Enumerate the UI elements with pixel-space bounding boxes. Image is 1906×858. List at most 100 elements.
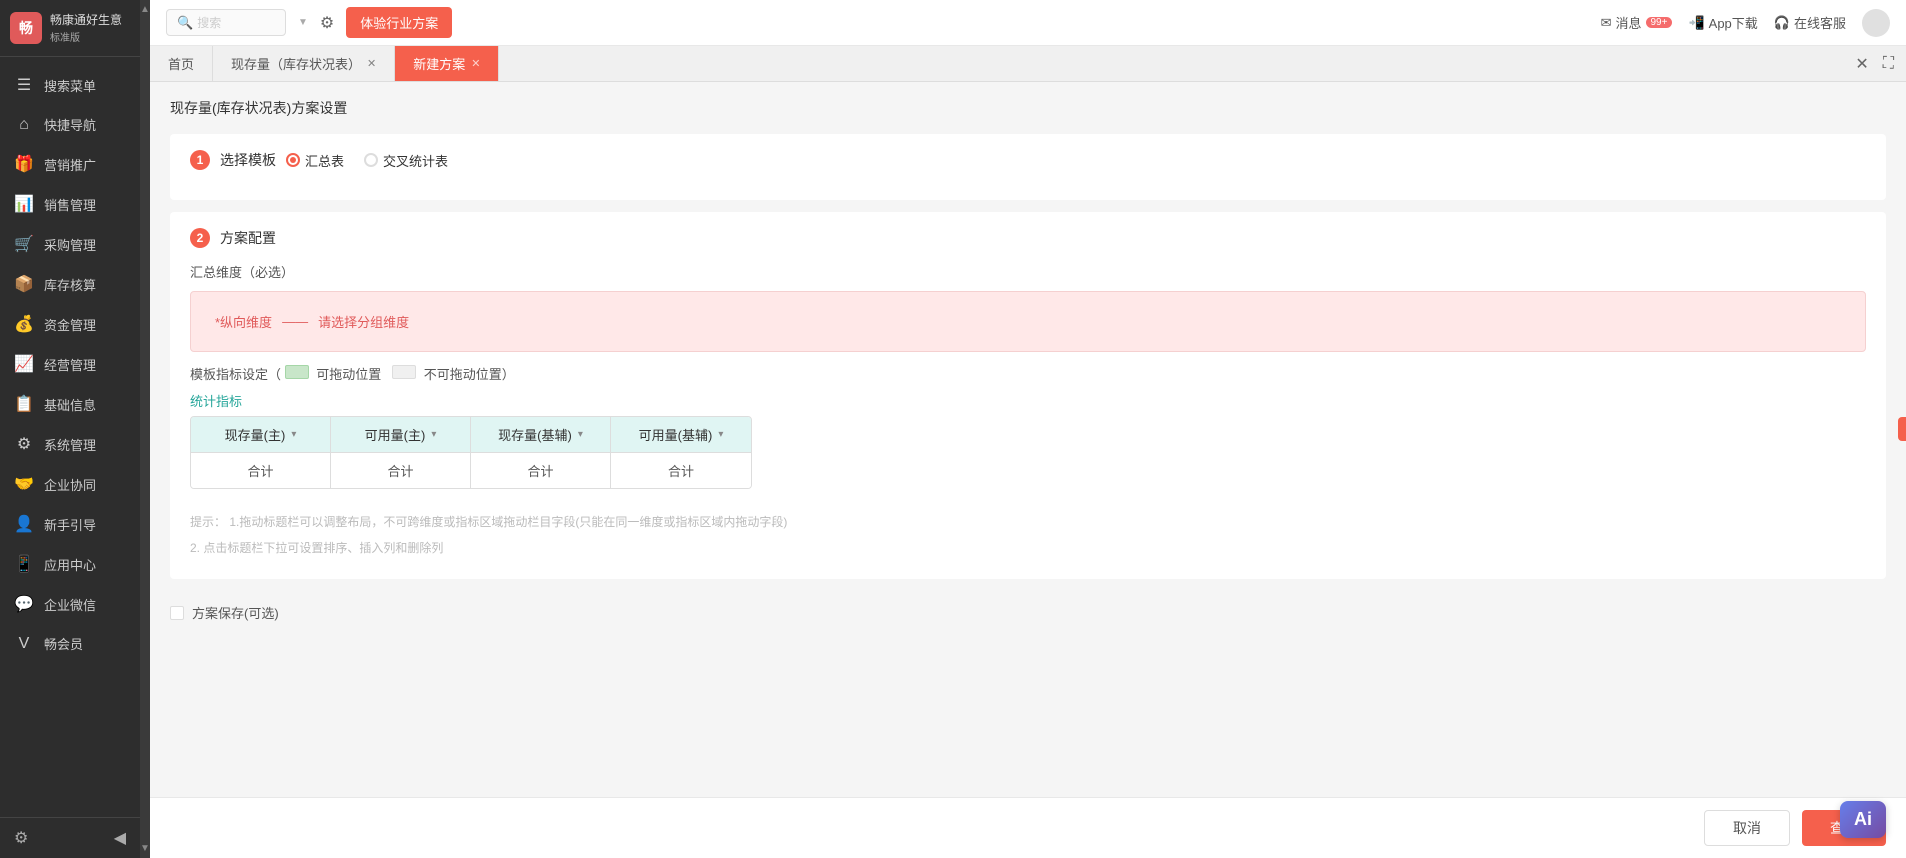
- tab-inventory-status[interactable]: 现存量（库存状况表） ✕: [213, 46, 395, 81]
- tab-new-plan-close-icon[interactable]: ✕: [471, 57, 480, 70]
- section1-title: 选择模板: [220, 150, 276, 170]
- topbar-gear-icon[interactable]: ⚙: [320, 13, 334, 33]
- gift-icon: 🎁: [14, 154, 34, 174]
- sidebar-item-label: 畅会员: [44, 634, 83, 653]
- cart-icon: 🛒: [14, 234, 34, 254]
- tip-2: 2. 点击标题栏下拉可设置排序、插入列和删除列: [190, 538, 1866, 560]
- topbar-search[interactable]: 🔍 搜索: [166, 9, 286, 36]
- stats-header-row: 现存量(主) ▾ 可用量(主) ▾ 现存量(基辅) ▾ 可用量(基辅): [191, 417, 751, 453]
- handshake-icon: 🤝: [14, 474, 34, 494]
- sidebar-item-label: 系统管理: [44, 435, 96, 454]
- stats-col-3-header-text: 可用量(基辅): [639, 425, 713, 444]
- sidebar-scrollbar[interactable]: ▲ ▼: [140, 0, 150, 858]
- online-service-btn[interactable]: 🎧 在线客服: [1774, 13, 1846, 32]
- stats-col-3-footer-text: 合计: [668, 461, 694, 480]
- sidebar-item-label: 采购管理: [44, 235, 96, 254]
- search-icon: 🔍: [177, 15, 193, 31]
- money-icon: 💰: [14, 314, 34, 334]
- app-download-label: App下载: [1709, 13, 1758, 32]
- tab-new-plan-label: 新建方案: [413, 54, 465, 73]
- stats-col-1-footer-text: 合计: [387, 461, 413, 480]
- dimension-row[interactable]: *纵向维度 —— 请选择分组维度: [190, 291, 1866, 352]
- radio-cross[interactable]: 交叉统计表: [364, 151, 448, 170]
- sidebar-nav: ☰ 搜索菜单 ⌂ 快捷导航 🎁 营销推广 📊 销售管理 🛒 采购管理 📦 库存核…: [0, 57, 140, 817]
- dropdown-arrow[interactable]: ▼: [298, 17, 308, 28]
- stats-col-3-header[interactable]: 可用量(基辅) ▾: [611, 417, 751, 453]
- app-logo: 畅 畅康通好生意 标准版: [0, 0, 140, 57]
- tip-1: 提示： 1.拖动标题栏可以调整布局，不可跨维度或指标区域拖动栏目字段(只能在同一…: [190, 512, 1866, 534]
- sidebar-item-member[interactable]: V 畅会员: [0, 624, 140, 663]
- search-menu-icon: ☰: [14, 75, 34, 95]
- sidebar-item-system[interactable]: ⚙ 系统管理: [0, 424, 140, 464]
- chevron-down-icon-0[interactable]: ▾: [291, 429, 296, 440]
- stats-col-0-footer-text: 合计: [247, 461, 273, 480]
- sidebar-item-app-center[interactable]: 📱 应用中心: [0, 544, 140, 584]
- sidebar-item-label: 企业微信: [44, 595, 96, 614]
- drag-legend-box: [285, 365, 309, 379]
- user-icon: 👤: [14, 514, 34, 534]
- radio-summary[interactable]: 汇总表: [286, 151, 344, 170]
- stats-col-1-header[interactable]: 可用量(主) ▾: [331, 417, 471, 453]
- messages-btn[interactable]: ✉ 消息 99+: [1601, 13, 1673, 32]
- page-title: 现存量(库存状况表)方案设置: [170, 98, 1886, 118]
- star-icon: V: [14, 635, 34, 653]
- phone-icon: 📱: [14, 554, 34, 574]
- sidebar-item-wechat[interactable]: 💬 企业微信: [0, 584, 140, 624]
- tab-new-plan[interactable]: 新建方案 ✕: [395, 46, 499, 81]
- scroll-up-arrow[interactable]: ▲: [140, 0, 150, 19]
- sidebar-item-finance[interactable]: 💰 资金管理: [0, 304, 140, 344]
- tab-inventory-close-icon[interactable]: ✕: [367, 57, 376, 70]
- search-placeholder: 搜索: [197, 14, 221, 31]
- tab-expand-icon[interactable]: ⛶: [1879, 53, 1898, 75]
- save-checkbox[interactable]: [170, 606, 184, 620]
- sidebar-item-basic-info[interactable]: 📋 基础信息: [0, 384, 140, 424]
- sidebar-item-purchase[interactable]: 🛒 采购管理: [0, 224, 140, 264]
- stats-col-0-header-text: 现存量(主): [225, 425, 286, 444]
- section2-num: 2: [190, 228, 210, 248]
- cancel-button[interactable]: 取消: [1704, 810, 1790, 846]
- sidebar-item-label: 快捷导航: [44, 115, 96, 134]
- collapse-icon[interactable]: ◀: [114, 828, 126, 848]
- settings-icon[interactable]: ⚙: [14, 828, 28, 848]
- user-avatar[interactable]: [1862, 9, 1890, 37]
- scroll-down-arrow[interactable]: ▼: [140, 839, 150, 858]
- sidebar-item-cooperation[interactable]: 🤝 企业协同: [0, 464, 140, 504]
- trend-icon: 📈: [14, 354, 34, 374]
- sidebar-item-newcomer[interactable]: 👤 新手引导: [0, 504, 140, 544]
- section1-header: 1 选择模板 汇总表 交叉统计表: [190, 150, 1866, 170]
- wechat-icon: 💬: [14, 594, 34, 614]
- chevron-down-icon-1[interactable]: ▾: [431, 429, 436, 440]
- experience-btn[interactable]: 体验行业方案: [346, 7, 452, 38]
- sidebar-item-inventory[interactable]: 📦 库存核算: [0, 264, 140, 304]
- radio-cross-label: 交叉统计表: [383, 151, 448, 170]
- sidebar-item-label: 营销推广: [44, 155, 96, 174]
- sidebar-item-search-menu[interactable]: ☰ 搜索菜单: [0, 65, 140, 105]
- sidebar-item-marketing[interactable]: 🎁 营销推广: [0, 144, 140, 184]
- right-edge-tab[interactable]: [1898, 417, 1906, 441]
- sidebar-item-sales[interactable]: 📊 销售管理: [0, 184, 140, 224]
- ai-badge[interactable]: Ai: [1840, 801, 1886, 838]
- sidebar-item-label: 应用中心: [44, 555, 96, 574]
- sidebar-item-label: 资金管理: [44, 315, 96, 334]
- sidebar-item-operation[interactable]: 📈 经营管理: [0, 344, 140, 384]
- stats-col-2-header[interactable]: 现存量(基辅) ▾: [471, 417, 611, 453]
- tab-home[interactable]: 首页: [150, 46, 213, 81]
- stats-col-0-header[interactable]: 现存量(主) ▾: [191, 417, 331, 453]
- tab-home-label: 首页: [168, 54, 194, 73]
- indicator-nodrag-label: 不可拖动位置）: [424, 367, 515, 382]
- gear-icon: ⚙: [14, 434, 34, 454]
- sidebar-item-label: 基础信息: [44, 395, 96, 414]
- chevron-down-icon-2[interactable]: ▾: [578, 429, 583, 440]
- app-name: 畅康通好生意: [50, 12, 122, 29]
- sidebar-item-label: 销售管理: [44, 195, 96, 214]
- app-download-btn[interactable]: 📲 App下载: [1688, 13, 1757, 32]
- radio-summary-circle: [286, 153, 300, 167]
- tab-bar: 首页 现存量（库存状况表） ✕ 新建方案 ✕ ✕ ⛶: [150, 46, 1906, 82]
- message-icon: ✉: [1601, 15, 1612, 31]
- tab-close-action-icon[interactable]: ✕: [1851, 52, 1872, 76]
- stats-label: 统计指标: [190, 391, 1866, 410]
- main-content: 🔍 搜索 ▼ ⚙ 体验行业方案 ✉ 消息 99+ 📲 App下载 🎧 在线客服: [150, 0, 1906, 858]
- online-service-label: 在线客服: [1794, 13, 1846, 32]
- sidebar-item-quick-nav[interactable]: ⌂ 快捷导航: [0, 105, 140, 144]
- chevron-down-icon-3[interactable]: ▾: [718, 429, 723, 440]
